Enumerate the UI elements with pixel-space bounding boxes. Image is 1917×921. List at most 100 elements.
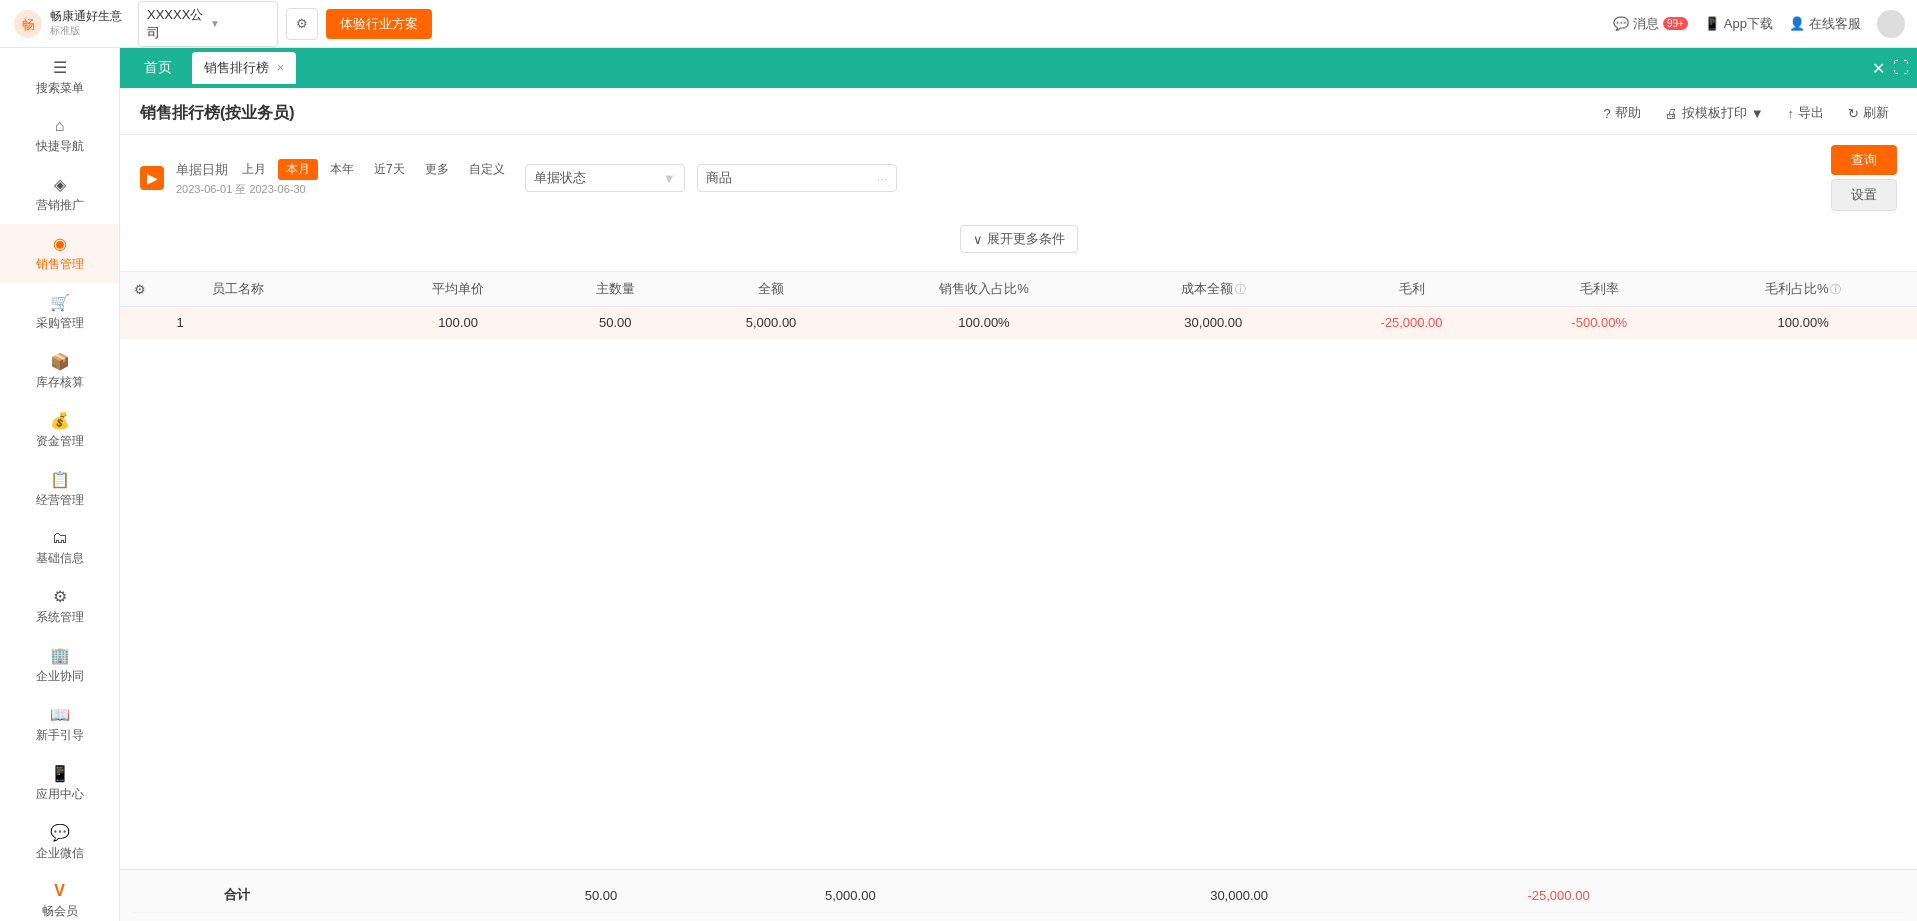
sidebar-item-quicknav[interactable]: ⌂ 快捷导航 [0,107,119,165]
tab-close-icon[interactable]: × [277,61,284,75]
online-service-btn[interactable]: 👤 在线客服 [1789,15,1861,33]
sidebar-item-guide[interactable]: 📖 新手引导 [0,695,119,754]
sidebar-item-marketing[interactable]: ◈ 营销推广 [0,165,119,224]
finance-icon: 💰 [50,411,70,430]
help-label: 帮助 [1615,104,1641,122]
col-gross-profit: 毛利 [1314,272,1509,307]
date-opt-7days[interactable]: 近7天 [366,159,413,180]
cell-sales-ratio: 100.00% [856,307,1113,339]
topbar-right: 💬 消息 99+ 📱 App下载 👤 在线客服 [1613,10,1905,38]
date-opt-last-month[interactable]: 上月 [234,159,274,180]
purchase-icon: 🛒 [50,293,70,312]
footer-spacer1 [132,878,172,913]
expand-window-icon[interactable]: ⛶ [1893,59,1909,78]
cell-name [200,307,372,339]
trial-button[interactable]: 体验行业方案 [326,9,432,39]
date-opt-custom[interactable]: 自定义 [461,159,513,180]
sidebar-item-appcenter[interactable]: 📱 应用中心 [0,754,119,813]
cell-avg-price: 100.00 [372,307,544,339]
sidebar-item-enterprise[interactable]: 🏢 企业协同 [0,636,119,695]
logo-icon: 畅 [12,8,44,40]
sidebar-item-finance[interactable]: 💰 资金管理 [0,401,119,460]
sales-icon: ◉ [53,234,67,253]
sidebar-label-marketing: 营销推广 [36,197,84,214]
sidebar-item-member[interactable]: V 畅会员 [0,872,119,921]
date-opt-more[interactable]: 更多 [417,159,457,180]
col-rank [160,272,200,307]
table-footer: 合计 50.00 5,000.00 30,000.00 -25,000.00 [120,869,1917,921]
app-download-btn[interactable]: 📱 App下载 [1704,15,1773,33]
cell-gross-rate: -500.00% [1509,307,1689,339]
print-button[interactable]: 🖨 按模板打印 ▼ [1657,100,1772,126]
enterprise-icon: 🏢 [50,646,70,665]
tab-sales-ranking[interactable]: 销售排行榜 × [192,52,296,84]
export-icon: ↑ [1788,106,1795,121]
filter-row-1: ▶ 单据日期 上月 本月 本年 近7天 更多 自定义 [140,145,1897,211]
message-label: 消息 [1633,15,1659,33]
sidebar-label-operations: 经营管理 [36,492,84,509]
sidebar-item-system[interactable]: ⚙ 系统管理 [0,577,119,636]
print-label: 按模板打印 [1682,104,1747,122]
col-settings[interactable]: ⚙ [120,272,160,307]
date-range-display: 2023-06-01 至 2023-06-30 [176,182,513,197]
export-button[interactable]: ↑ 导出 [1780,100,1833,126]
message-btn[interactable]: 💬 消息 99+ [1613,15,1688,33]
top-bar: 畅 畅康通好生意 标准版 XXXXX公司 ▼ ⚙ 体验行业方案 💬 消息 99+… [0,0,1917,48]
footer-gross-profit: -25,000.00 [1395,878,1723,913]
sidebar-item-inventory[interactable]: 📦 库存核算 [0,342,119,401]
sidebar-label-quicknav: 快捷导航 [36,138,84,155]
col-quantity: 主数量 [544,272,687,307]
member-icon: V [54,882,65,900]
date-label: 单据日期 [176,161,228,179]
refresh-button[interactable]: ↻ 刷新 [1840,100,1897,126]
goods-filter[interactable]: 商品 ··· [697,164,897,192]
footer-amount: 5,000.00 [708,878,992,913]
sidebar-item-search[interactable]: ☰ 搜索菜单 [0,48,119,107]
date-opt-this-month[interactable]: 本月 [278,159,318,180]
home-icon: ⌂ [55,117,65,135]
appcenter-icon: 📱 [50,764,70,783]
guide-icon: 📖 [50,705,70,724]
sidebar-label-member: 畅会员 [42,903,78,920]
status-label: 单据状态 [534,169,586,187]
refresh-label: 刷新 [1863,104,1889,122]
sidebar-item-sales[interactable]: ◉ 销售管理 [0,224,119,283]
tab-home[interactable]: 首页 [128,48,188,88]
inventory-icon: 📦 [50,352,70,371]
sidebar-label-basicinfo: 基础信息 [36,550,84,567]
col-settings-icon: ⚙ [134,282,146,297]
logo-subtitle: 标准版 [50,24,122,38]
sidebar-item-operations[interactable]: 📋 经营管理 [0,460,119,519]
settings-icon[interactable]: ⚙ [286,8,318,40]
company-selector[interactable]: XXXXX公司 ▼ [138,1,278,47]
export-label: 导出 [1798,104,1824,122]
cell-rank: 1 [160,307,200,339]
footer-gross-ratio [1814,878,1905,913]
help-button[interactable]: ? 帮助 [1595,100,1648,126]
filter-settings-button[interactable]: 设置 [1831,179,1897,211]
sidebar-label-inventory: 库存核算 [36,374,84,391]
col-sales-ratio: 销售收入占比% [856,272,1113,307]
footer-table: 合计 50.00 5,000.00 30,000.00 -25,000.00 [132,878,1905,913]
date-opt-this-year[interactable]: 本年 [322,159,362,180]
status-filter[interactable]: 单据状态 ▼ [525,164,685,192]
cell-quantity: 50.00 [544,307,687,339]
filter-toggle-btn[interactable]: ▶ [140,166,164,190]
close-window-icon[interactable]: ✕ [1872,59,1885,78]
expand-chevron-icon: ∨ [973,232,983,247]
sidebar-item-wechat[interactable]: 💬 企业微信 [0,813,119,872]
sidebar-label-guide: 新手引导 [36,727,84,744]
sidebar-item-purchase[interactable]: 🛒 采购管理 [0,283,119,342]
sidebar-label-wechat: 企业微信 [36,845,84,862]
expand-more-row: ∨ 展开更多条件 [140,217,1897,261]
cost-info-icon: ⓘ [1235,283,1246,295]
table-row: 1 100.00 50.00 5,000.00 100.00% 30,000.0… [120,307,1917,339]
sidebar-item-basicinfo[interactable]: 🗂 基础信息 [0,519,119,577]
user-avatar[interactable] [1877,10,1905,38]
footer-gross-rate [1722,878,1813,913]
expand-more-btn[interactable]: ∨ 展开更多条件 [960,225,1078,253]
col-amount: 全额 [687,272,856,307]
page-content: 销售排行榜(按业务员) ? 帮助 🖨 按模板打印 ▼ ↑ 导出 [120,88,1917,921]
logo-name: 畅康通好生意 [50,9,122,23]
query-button[interactable]: 查询 [1831,145,1897,175]
